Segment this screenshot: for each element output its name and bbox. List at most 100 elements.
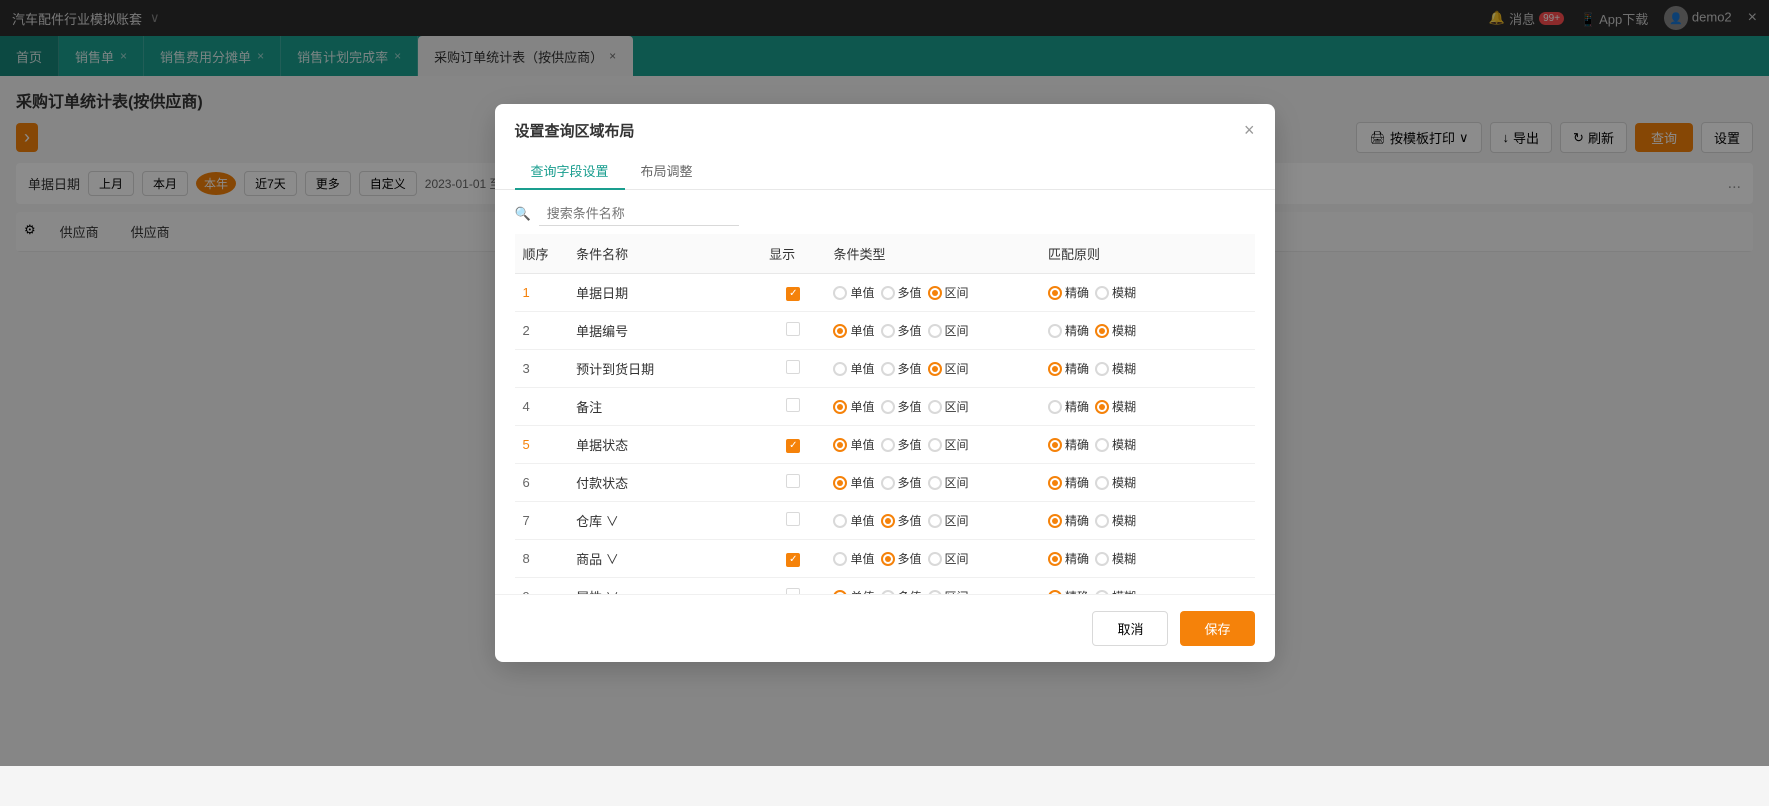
radio-exact[interactable] — [1048, 286, 1062, 300]
match-cell[interactable]: 精确模糊 — [1040, 578, 1255, 595]
radio-fuzzy[interactable] — [1095, 514, 1109, 528]
tab-query-fields[interactable]: 查询字段设置 — [515, 153, 625, 190]
radio-single[interactable] — [833, 324, 847, 338]
table-row: 1单据日期单值多值区间精确模糊 — [515, 274, 1255, 312]
name-cell: 单据日期 — [568, 274, 761, 312]
radio-exact[interactable] — [1048, 400, 1062, 414]
type-cell[interactable]: 单值多值区间 — [825, 502, 1039, 540]
match-cell[interactable]: 精确模糊 — [1040, 388, 1255, 426]
match-cell[interactable]: 精确模糊 — [1040, 502, 1255, 540]
modal-dialog: 设置查询区域布局 × 查询字段设置 布局调整 🔍 顺序 条件名称 显示 条件类型 — [495, 104, 1275, 662]
radio-multi[interactable] — [881, 476, 895, 490]
radio-range[interactable] — [928, 400, 942, 414]
name-cell: 单据编号 — [568, 312, 761, 350]
seq-cell: 4 — [515, 388, 569, 426]
match-cell[interactable]: 精确模糊 — [1040, 464, 1255, 502]
radio-fuzzy[interactable] — [1095, 400, 1109, 414]
type-cell[interactable]: 单值多值区间 — [825, 350, 1039, 388]
modal-table-header: 顺序 条件名称 显示 条件类型 匹配原则 — [515, 234, 1255, 274]
radio-single[interactable] — [833, 362, 847, 376]
show-cell[interactable] — [761, 540, 825, 578]
type-cell[interactable]: 单值多值区间 — [825, 426, 1039, 464]
radio-exact[interactable] — [1048, 552, 1062, 566]
save-button[interactable]: 保存 — [1180, 611, 1254, 646]
show-cell[interactable] — [761, 464, 825, 502]
condition-search-input[interactable] — [539, 202, 739, 226]
modal-footer: 取消 保存 — [495, 594, 1275, 662]
type-cell[interactable]: 单值多值区间 — [825, 578, 1039, 595]
radio-multi[interactable] — [881, 324, 895, 338]
match-cell[interactable]: 精确模糊 — [1040, 274, 1255, 312]
modal-tabs: 查询字段设置 布局调整 — [495, 153, 1275, 190]
radio-multi[interactable] — [881, 400, 895, 414]
radio-multi[interactable] — [881, 514, 895, 528]
table-row: 3预计到货日期单值多值区间精确模糊 — [515, 350, 1255, 388]
radio-exact[interactable] — [1048, 476, 1062, 490]
radio-fuzzy[interactable] — [1095, 476, 1109, 490]
radio-range[interactable] — [928, 438, 942, 452]
show-cell[interactable] — [761, 502, 825, 540]
show-cell[interactable] — [761, 388, 825, 426]
radio-fuzzy[interactable] — [1095, 438, 1109, 452]
modal-table: 顺序 条件名称 显示 条件类型 匹配原则 1单据日期单值多值区间精确模糊2单据编… — [495, 234, 1275, 594]
radio-exact[interactable] — [1048, 438, 1062, 452]
radio-fuzzy[interactable] — [1095, 552, 1109, 566]
type-cell[interactable]: 单值多值区间 — [825, 312, 1039, 350]
col-match-header: 匹配原则 — [1040, 234, 1255, 274]
radio-exact[interactable] — [1048, 324, 1062, 338]
radio-range[interactable] — [928, 476, 942, 490]
radio-multi[interactable] — [881, 438, 895, 452]
radio-exact[interactable] — [1048, 514, 1062, 528]
name-cell: 属性 ∨ — [568, 578, 761, 595]
match-cell[interactable]: 精确模糊 — [1040, 350, 1255, 388]
radio-single[interactable] — [833, 476, 847, 490]
radio-range[interactable] — [928, 286, 942, 300]
radio-range[interactable] — [928, 552, 942, 566]
radio-fuzzy[interactable] — [1095, 324, 1109, 338]
radio-multi[interactable] — [881, 552, 895, 566]
type-cell[interactable]: 单值多值区间 — [825, 388, 1039, 426]
show-checkbox[interactable] — [786, 474, 800, 488]
radio-multi[interactable] — [881, 286, 895, 300]
radio-exact[interactable] — [1048, 362, 1062, 376]
table-row: 5单据状态单值多值区间精确模糊 — [515, 426, 1255, 464]
show-checkbox[interactable] — [786, 360, 800, 374]
radio-fuzzy[interactable] — [1095, 286, 1109, 300]
radio-single[interactable] — [833, 400, 847, 414]
cancel-button[interactable]: 取消 — [1092, 611, 1168, 646]
tab-layout-adjust[interactable]: 布局调整 — [625, 153, 709, 190]
show-cell[interactable] — [761, 312, 825, 350]
type-cell[interactable]: 单值多值区间 — [825, 540, 1039, 578]
show-cell[interactable] — [761, 274, 825, 312]
match-cell[interactable]: 精确模糊 — [1040, 426, 1255, 464]
radio-range[interactable] — [928, 324, 942, 338]
show-cell[interactable] — [761, 426, 825, 464]
seq-cell: 7 — [515, 502, 569, 540]
radio-single[interactable] — [833, 438, 847, 452]
type-cell[interactable]: 单值多值区间 — [825, 464, 1039, 502]
modal-close-button[interactable]: × — [1244, 120, 1255, 141]
radio-single[interactable] — [833, 286, 847, 300]
show-checkbox[interactable] — [786, 398, 800, 412]
radio-single[interactable] — [833, 514, 847, 528]
radio-multi[interactable] — [881, 362, 895, 376]
type-cell[interactable]: 单值多值区间 — [825, 274, 1039, 312]
radio-range[interactable] — [928, 362, 942, 376]
seq-cell: 5 — [515, 426, 569, 464]
radio-single[interactable] — [833, 552, 847, 566]
show-checkbox[interactable] — [786, 512, 800, 526]
modal-search-area: 🔍 — [495, 190, 1275, 234]
show-checkbox[interactable] — [786, 553, 800, 567]
table-row: 8商品 ∨单值多值区间精确模糊 — [515, 540, 1255, 578]
seq-cell: 9 — [515, 578, 569, 595]
radio-range[interactable] — [928, 514, 942, 528]
show-checkbox[interactable] — [786, 439, 800, 453]
show-cell[interactable] — [761, 578, 825, 595]
name-cell: 仓库 ∨ — [568, 502, 761, 540]
show-checkbox[interactable] — [786, 322, 800, 336]
show-checkbox[interactable] — [786, 287, 800, 301]
show-cell[interactable] — [761, 350, 825, 388]
radio-fuzzy[interactable] — [1095, 362, 1109, 376]
match-cell[interactable]: 精确模糊 — [1040, 540, 1255, 578]
match-cell[interactable]: 精确模糊 — [1040, 312, 1255, 350]
